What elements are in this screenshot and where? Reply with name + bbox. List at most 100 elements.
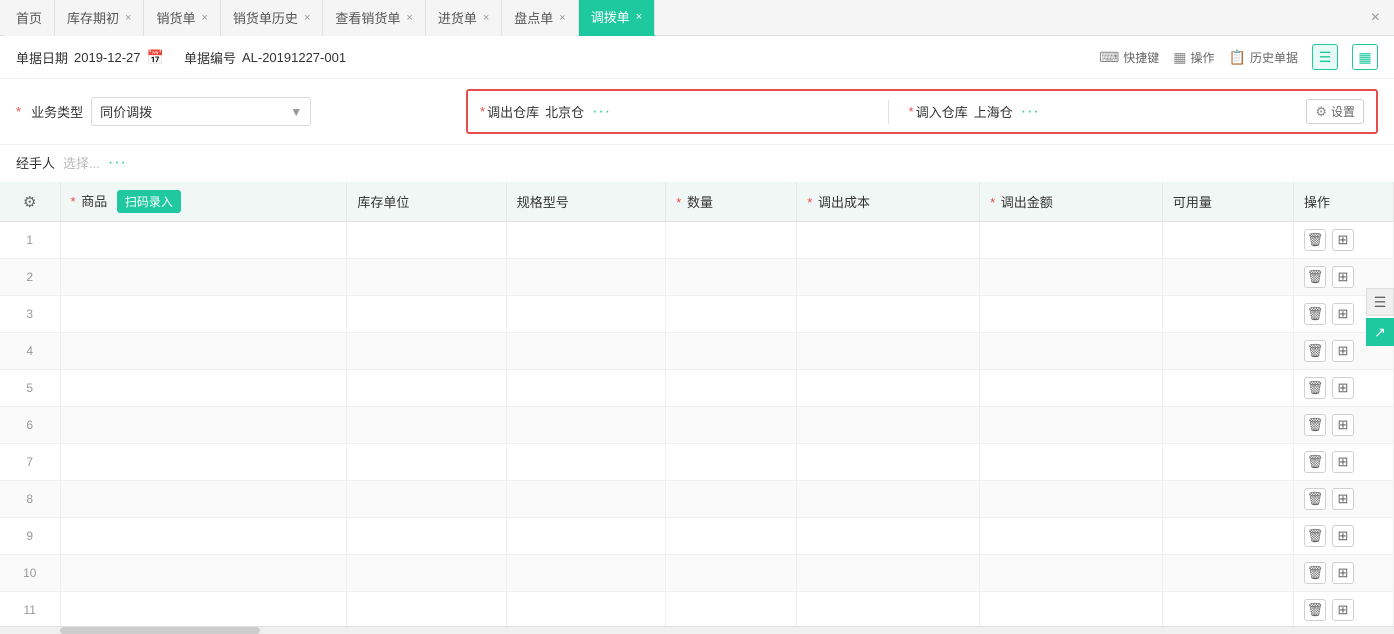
tab-home[interactable]: 首页: [4, 0, 55, 36]
business-type-select[interactable]: 同价调拨 ▼: [91, 97, 311, 126]
cost-cell-10[interactable]: [797, 555, 980, 592]
delete-row-9[interactable]: 🗑: [1304, 525, 1326, 547]
copy-row-7[interactable]: ⊞: [1332, 451, 1354, 473]
close-tab-sales-history[interactable]: ×: [304, 12, 310, 24]
settings-button[interactable]: ⚙ 设置: [1306, 99, 1364, 124]
tab-inventory-init[interactable]: 库存期初 ×: [55, 0, 144, 36]
amount-cell-9[interactable]: [980, 518, 1163, 555]
copy-row-8[interactable]: ⊞: [1332, 488, 1354, 510]
qty-cell-3[interactable]: [666, 296, 797, 333]
cost-cell-7[interactable]: [797, 444, 980, 481]
copy-row-5[interactable]: ⊞: [1332, 377, 1354, 399]
close-tab-purchase-order[interactable]: ×: [483, 12, 489, 24]
close-tab-view-sales[interactable]: ×: [406, 12, 412, 24]
amount-cell-10[interactable]: [980, 555, 1163, 592]
cost-cell-1[interactable]: [797, 222, 980, 259]
cost-cell-2[interactable]: [797, 259, 980, 296]
cost-cell-9[interactable]: [797, 518, 980, 555]
amount-cell-3[interactable]: [980, 296, 1163, 333]
history-action[interactable]: 📋 历史单据: [1229, 49, 1298, 66]
scan-entry-button[interactable]: 扫码录入: [117, 190, 181, 213]
qty-cell-9[interactable]: [666, 518, 797, 555]
delete-row-1[interactable]: 🗑: [1304, 229, 1326, 251]
tab-sales-history[interactable]: 销货单历史 ×: [221, 0, 323, 36]
cost-cell-3[interactable]: [797, 296, 980, 333]
cost-cell-5[interactable]: [797, 370, 980, 407]
qty-cell-8[interactable]: [666, 481, 797, 518]
qty-cell-2[interactable]: [666, 259, 797, 296]
copy-row-2[interactable]: ⊞: [1332, 266, 1354, 288]
amount-cell-4[interactable]: [980, 333, 1163, 370]
warehouse-in-dots[interactable]: ···: [1021, 103, 1040, 121]
delete-row-10[interactable]: 🗑: [1304, 562, 1326, 584]
product-cell-10[interactable]: [60, 555, 347, 592]
tab-transfer[interactable]: 调拨单 ×: [579, 0, 655, 36]
copy-row-4[interactable]: ⊞: [1332, 340, 1354, 362]
amount-cell-7[interactable]: [980, 444, 1163, 481]
close-all-tabs[interactable]: ×: [1361, 9, 1390, 27]
tab-stocktaking[interactable]: 盘点单 ×: [502, 0, 578, 36]
cost-cell-8[interactable]: [797, 481, 980, 518]
qty-cell-7[interactable]: [666, 444, 797, 481]
operations-action[interactable]: ▦ 操作: [1173, 49, 1214, 66]
amount-cell-8[interactable]: [980, 481, 1163, 518]
delete-row-11[interactable]: 🗑: [1304, 599, 1326, 621]
product-cell-1[interactable]: [60, 222, 347, 259]
table-gear-icon[interactable]: ⚙: [23, 194, 36, 211]
product-cell-2[interactable]: [60, 259, 347, 296]
product-cell-4[interactable]: [60, 333, 347, 370]
delete-row-4[interactable]: 🗑: [1304, 340, 1326, 362]
amount-cell-6[interactable]: [980, 407, 1163, 444]
amount-cell-2[interactable]: [980, 259, 1163, 296]
handler-select[interactable]: 选择...: [63, 153, 100, 172]
qty-cell-5[interactable]: [666, 370, 797, 407]
grid-view-btn[interactable]: ▦: [1352, 44, 1378, 70]
qty-cell-11[interactable]: [666, 592, 797, 627]
product-cell-3[interactable]: [60, 296, 347, 333]
float-export-btn[interactable]: ↗: [1366, 318, 1394, 346]
qty-cell-4[interactable]: [666, 333, 797, 370]
delete-row-5[interactable]: 🗑: [1304, 377, 1326, 399]
cost-cell-11[interactable]: [797, 592, 980, 627]
handler-dots[interactable]: ···: [108, 154, 127, 172]
cost-cell-6[interactable]: [797, 407, 980, 444]
tab-sales-order[interactable]: 销货单 ×: [144, 0, 220, 36]
copy-row-3[interactable]: ⊞: [1332, 303, 1354, 325]
close-tab-stocktaking[interactable]: ×: [559, 12, 565, 24]
delete-row-8[interactable]: 🗑: [1304, 488, 1326, 510]
product-cell-5[interactable]: [60, 370, 347, 407]
copy-row-11[interactable]: ⊞: [1332, 599, 1354, 621]
th-gear[interactable]: ⚙: [0, 182, 60, 222]
qty-cell-10[interactable]: [666, 555, 797, 592]
scrollbar-thumb[interactable]: [60, 627, 260, 634]
tab-purchase-order[interactable]: 进货单 ×: [426, 0, 502, 36]
product-cell-11[interactable]: [60, 592, 347, 627]
amount-cell-1[interactable]: [980, 222, 1163, 259]
close-tab-inventory-init[interactable]: ×: [125, 12, 131, 24]
delete-row-3[interactable]: 🗑: [1304, 303, 1326, 325]
delete-row-7[interactable]: 🗑: [1304, 451, 1326, 473]
calendar-icon[interactable]: 📅: [147, 49, 164, 66]
close-tab-transfer[interactable]: ×: [636, 11, 642, 23]
product-cell-6[interactable]: [60, 407, 347, 444]
close-tab-sales-order[interactable]: ×: [201, 12, 207, 24]
product-cell-9[interactable]: [60, 518, 347, 555]
delete-row-6[interactable]: 🗑: [1304, 414, 1326, 436]
list-view-btn[interactable]: ☰: [1312, 44, 1338, 70]
qty-cell-1[interactable]: [666, 222, 797, 259]
copy-row-9[interactable]: ⊞: [1332, 525, 1354, 547]
tab-view-sales[interactable]: 查看销货单 ×: [323, 0, 425, 36]
copy-row-1[interactable]: ⊞: [1332, 229, 1354, 251]
horizontal-scrollbar[interactable]: [0, 626, 1394, 634]
float-list-btn[interactable]: ☰: [1366, 288, 1394, 316]
delete-row-2[interactable]: 🗑: [1304, 266, 1326, 288]
product-cell-8[interactable]: [60, 481, 347, 518]
copy-row-6[interactable]: ⊞: [1332, 414, 1354, 436]
copy-row-10[interactable]: ⊞: [1332, 562, 1354, 584]
product-cell-7[interactable]: [60, 444, 347, 481]
shortcuts-action[interactable]: ⌨ 快捷键: [1099, 49, 1159, 66]
warehouse-out-dots[interactable]: ···: [592, 103, 611, 121]
qty-cell-6[interactable]: [666, 407, 797, 444]
cost-cell-4[interactable]: [797, 333, 980, 370]
amount-cell-5[interactable]: [980, 370, 1163, 407]
